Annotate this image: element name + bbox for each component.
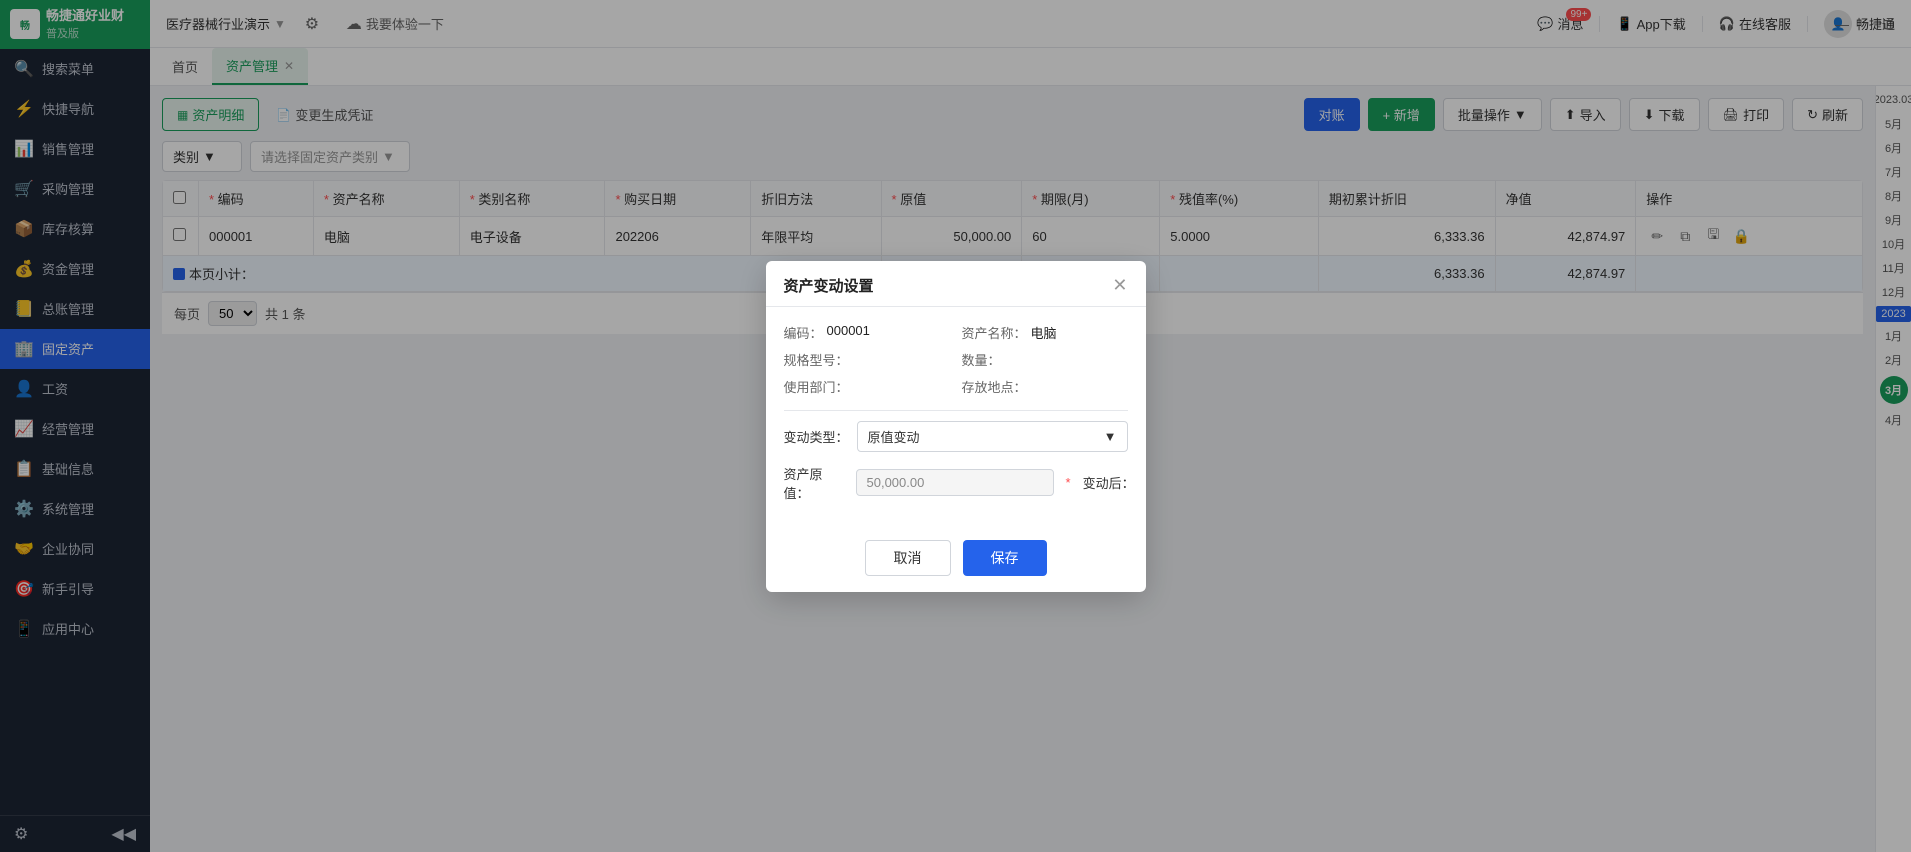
spec-label: 规格型号：	[784, 350, 849, 369]
code-label: 编码：	[784, 323, 823, 342]
modal-divider	[784, 410, 1128, 411]
modal-info-dept: 使用部门：	[784, 377, 950, 396]
modal-change-type-row: 变动类型： 原值变动 ▼	[784, 421, 1128, 452]
modal-info-quantity: 数量：	[962, 350, 1128, 369]
change-type-chevron-icon: ▼	[1104, 429, 1117, 444]
modal-footer: 取消 保存	[766, 530, 1146, 592]
after-change-label: 变动后：	[1083, 473, 1146, 492]
modal-info-code: 编码： 000001	[784, 323, 950, 342]
code-value: 000001	[827, 323, 870, 342]
cancel-button[interactable]: 取消	[865, 540, 951, 576]
asset-change-modal: 资产变动设置 ✕ 编码： 000001 资产名称： 电脑 规格型号： 数量：	[766, 261, 1146, 592]
modal-body: 编码： 000001 资产名称： 电脑 规格型号： 数量： 使用部门：	[766, 307, 1146, 530]
required-star-after-change: *	[1066, 475, 1071, 490]
asset-value-input	[856, 469, 1054, 496]
modal-header: 资产变动设置 ✕	[766, 261, 1146, 307]
save-button[interactable]: 保存	[963, 540, 1047, 576]
modal-close-icon[interactable]: ✕	[1112, 275, 1127, 296]
change-type-value: 原值变动	[868, 427, 920, 446]
asset-name-value: 电脑	[1031, 323, 1057, 342]
location-label: 存放地点：	[962, 377, 1027, 396]
modal-info-grid: 编码： 000001 资产名称： 电脑 规格型号： 数量： 使用部门：	[784, 323, 1128, 396]
modal-asset-value-row: 资产原值： * 变动后：	[784, 464, 1128, 502]
modal-info-name: 资产名称： 电脑	[962, 323, 1128, 342]
change-type-label: 变动类型：	[784, 427, 849, 446]
dept-label: 使用部门：	[784, 377, 849, 396]
quantity-label: 数量：	[962, 350, 1001, 369]
modal-overlay: 资产变动设置 ✕ 编码： 000001 资产名称： 电脑 规格型号： 数量：	[0, 0, 1911, 852]
asset-value-label: 资产原值：	[784, 464, 848, 502]
asset-name-label: 资产名称：	[962, 323, 1027, 342]
modal-title: 资产变动设置	[784, 275, 874, 296]
modal-info-spec: 规格型号：	[784, 350, 950, 369]
change-type-select[interactable]: 原值变动 ▼	[857, 421, 1128, 452]
modal-info-location: 存放地点：	[962, 377, 1128, 396]
